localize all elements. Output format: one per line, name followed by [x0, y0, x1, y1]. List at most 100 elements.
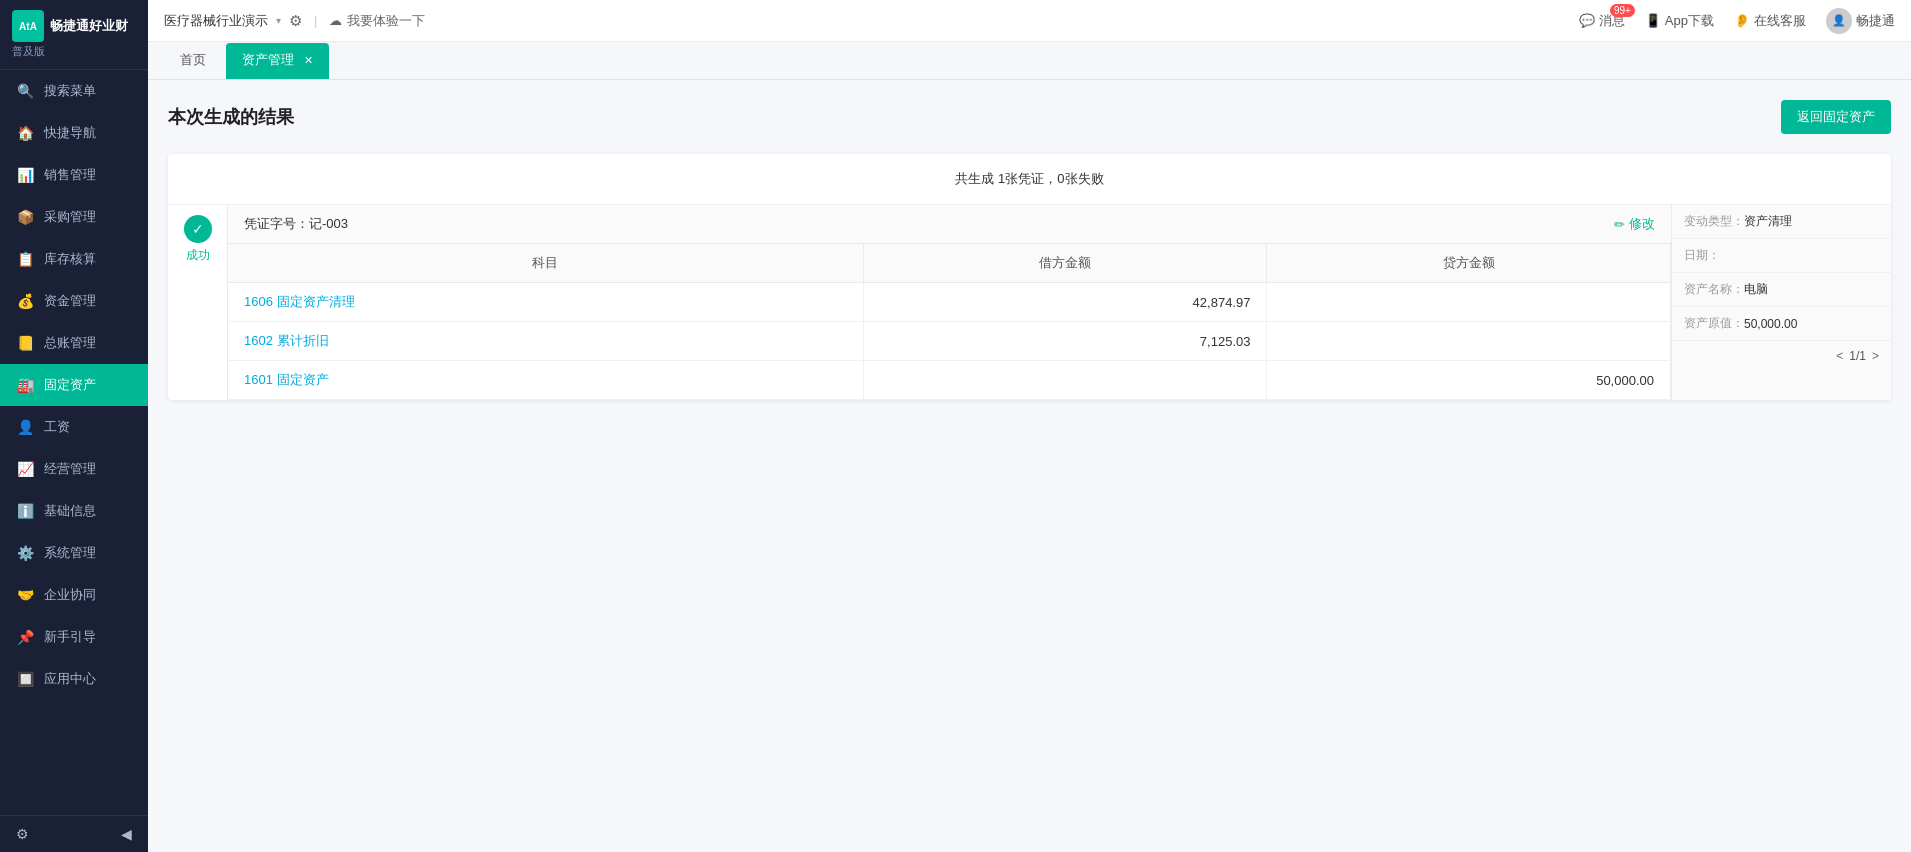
result-panel: 共生成 1张凭证，0张失败 ✓ 成功 凭证字号：记-003 ✏ 修改 — [168, 154, 1891, 400]
content-area: 本次生成的结果 返回固定资产 共生成 1张凭证，0张失败 ✓ 成功 凭证字号：记… — [148, 80, 1911, 852]
app-logo-sub: 普及版 — [12, 44, 136, 59]
table-row: 1601 固定资产 50,000.00 — [228, 361, 1671, 400]
voucher-main: 凭证字号：记-003 ✏ 修改 科目 借方金额 贷方金额 — [228, 205, 1671, 400]
tab-asset-management[interactable]: 资产管理 ✕ — [226, 43, 329, 79]
side-pagination: < 1/1 > — [1672, 341, 1891, 371]
debit-cell: 7,125.03 — [863, 322, 1267, 361]
header-settings-icon[interactable]: ⚙ — [289, 12, 302, 30]
app-download-label: App下载 — [1665, 12, 1714, 30]
sidebar-item-appcenter[interactable]: 🔲 应用中心 — [0, 658, 148, 700]
page-header: 本次生成的结果 返回固定资产 — [168, 100, 1891, 134]
company-dropdown-arrow[interactable]: ▾ — [276, 15, 281, 26]
success-icon: ✓ — [184, 215, 212, 243]
sidebar-item-salary[interactable]: 👤 工资 — [0, 406, 148, 448]
side-info-panel: 变动类型： 资产清理 日期： 资产名称： 电脑 资产原值： 50,000.00 — [1671, 205, 1891, 400]
col-debit: 借方金额 — [863, 244, 1267, 283]
fixedassets-icon: 🏭 — [16, 376, 34, 394]
sidebar-label-appcenter: 应用中心 — [44, 670, 96, 688]
sidebar-item-system[interactable]: ⚙️ 系统管理 — [0, 532, 148, 574]
message-icon: 💬 — [1579, 13, 1595, 28]
table-row: 1606 固定资产清理 42,874.97 — [228, 283, 1671, 322]
sidebar-label-enterprise: 企业协同 — [44, 586, 96, 604]
page-title: 本次生成的结果 — [168, 105, 294, 129]
edit-voucher-button[interactable]: ✏ 修改 — [1614, 215, 1655, 233]
sales-icon: 📊 — [16, 166, 34, 184]
experience-button[interactable]: ☁ 我要体验一下 — [329, 12, 425, 30]
sidebar-label-newguide: 新手引导 — [44, 628, 96, 646]
voucher-number: 凭证字号：记-003 — [244, 215, 348, 233]
enterprise-icon: 🤝 — [16, 586, 34, 604]
tab-bar: 首页 资产管理 ✕ — [148, 42, 1911, 80]
sidebar-item-basicinfo[interactable]: ℹ️ 基础信息 — [0, 490, 148, 532]
operations-icon: 📈 — [16, 460, 34, 478]
online-service-button[interactable]: 👂 在线客服 — [1734, 12, 1806, 30]
page-indicator: 1/1 — [1849, 349, 1866, 363]
table-row: 1602 累计折旧 7,125.03 — [228, 322, 1671, 361]
col-credit: 贷方金额 — [1267, 244, 1671, 283]
asset-name-value: 电脑 — [1744, 281, 1768, 298]
sidebar-item-finance[interactable]: 💰 资金管理 — [0, 280, 148, 322]
return-fixed-assets-button[interactable]: 返回固定资产 — [1781, 100, 1891, 134]
top-header: 医疗器械行业演示 ▾ ⚙ | ☁ 我要体验一下 💬 消息 99+ 📱 App下载… — [148, 0, 1911, 42]
change-type-row: 变动类型： 资产清理 — [1672, 205, 1891, 239]
sidebar-label-inventory: 库存核算 — [44, 250, 96, 268]
prev-page-button[interactable]: < — [1836, 349, 1843, 363]
voucher-table: 科目 借方金额 贷方金额 1606 固定资产清理 42,874.97 1602 … — [228, 244, 1671, 400]
app-download-button[interactable]: 📱 App下载 — [1645, 12, 1714, 30]
collapse-icon[interactable]: ◀ — [121, 826, 132, 842]
sidebar-label-salary: 工资 — [44, 418, 70, 436]
messages-button[interactable]: 💬 消息 99+ — [1579, 12, 1625, 30]
credit-cell — [1267, 283, 1671, 322]
voucher-status-cell: ✓ 成功 — [168, 205, 228, 400]
tab-home[interactable]: 首页 — [164, 43, 222, 79]
system-icon: ⚙️ — [16, 544, 34, 562]
service-icon: 👂 — [1734, 13, 1750, 28]
sidebar-item-quicknav[interactable]: 🏠 快捷导航 — [0, 112, 148, 154]
ledger-icon: 📒 — [16, 334, 34, 352]
change-type-value: 资产清理 — [1744, 213, 1792, 230]
finance-icon: 💰 — [16, 292, 34, 310]
quicknav-icon: 🏠 — [16, 124, 34, 142]
next-page-button[interactable]: > — [1872, 349, 1879, 363]
tab-close-icon[interactable]: ✕ — [304, 54, 313, 66]
inventory-icon: 📋 — [16, 250, 34, 268]
newguide-icon: 📌 — [16, 628, 34, 646]
sidebar-nav: 🔍 搜索菜单 🏠 快捷导航 📊 销售管理 📦 采购管理 📋 库存核算 💰 资金管… — [0, 70, 148, 815]
success-text: 成功 — [178, 247, 217, 264]
user-avatar: 👤 — [1826, 8, 1852, 34]
voucher-section: ✓ 成功 凭证字号：记-003 ✏ 修改 — [168, 205, 1891, 400]
original-value-label: 资产原值： — [1684, 315, 1744, 332]
online-service-label: 在线客服 — [1754, 12, 1806, 30]
sidebar-footer: ⚙ ◀ — [0, 815, 148, 852]
asset-name-label: 资产名称： — [1684, 281, 1744, 298]
user-profile[interactable]: 👤 畅捷通 — [1826, 8, 1895, 34]
sidebar-item-fixedassets[interactable]: 🏭 固定资产 — [0, 364, 148, 406]
sidebar-item-operations[interactable]: 📈 经营管理 — [0, 448, 148, 490]
settings-icon[interactable]: ⚙ — [16, 826, 29, 842]
sidebar-item-search[interactable]: 🔍 搜索菜单 — [0, 70, 148, 112]
sidebar-item-ledger[interactable]: 📒 总账管理 — [0, 322, 148, 364]
sidebar-item-inventory[interactable]: 📋 库存核算 — [0, 238, 148, 280]
tab-asset-label: 资产管理 — [242, 52, 294, 67]
asset-name-row: 资产名称： 电脑 — [1672, 273, 1891, 307]
debit-cell — [863, 361, 1267, 400]
sidebar-item-sales[interactable]: 📊 销售管理 — [0, 154, 148, 196]
header-left: 医疗器械行业演示 ▾ ⚙ | ☁ 我要体验一下 — [164, 12, 425, 30]
debit-cell: 42,874.97 — [863, 283, 1267, 322]
sidebar-label-fixedassets: 固定资产 — [44, 376, 96, 394]
edit-label: 修改 — [1629, 215, 1655, 233]
credit-cell: 50,000.00 — [1267, 361, 1671, 400]
username: 畅捷通 — [1856, 12, 1895, 30]
experience-label: 我要体验一下 — [347, 12, 425, 30]
app-logo-icon: AtA — [12, 10, 44, 42]
cloud-icon: ☁ — [329, 13, 342, 28]
sidebar-item-newguide[interactable]: 📌 新手引导 — [0, 616, 148, 658]
sidebar-label-sales: 销售管理 — [44, 166, 96, 184]
appcenter-icon: 🔲 — [16, 670, 34, 688]
app-logo-text: 畅捷通好业财 — [50, 17, 128, 35]
sidebar-label-purchase: 采购管理 — [44, 208, 96, 226]
original-value-row: 资产原值： 50,000.00 — [1672, 307, 1891, 341]
sidebar-label-finance: 资金管理 — [44, 292, 96, 310]
sidebar-item-enterprise[interactable]: 🤝 企业协同 — [0, 574, 148, 616]
sidebar-item-purchase[interactable]: 📦 采购管理 — [0, 196, 148, 238]
